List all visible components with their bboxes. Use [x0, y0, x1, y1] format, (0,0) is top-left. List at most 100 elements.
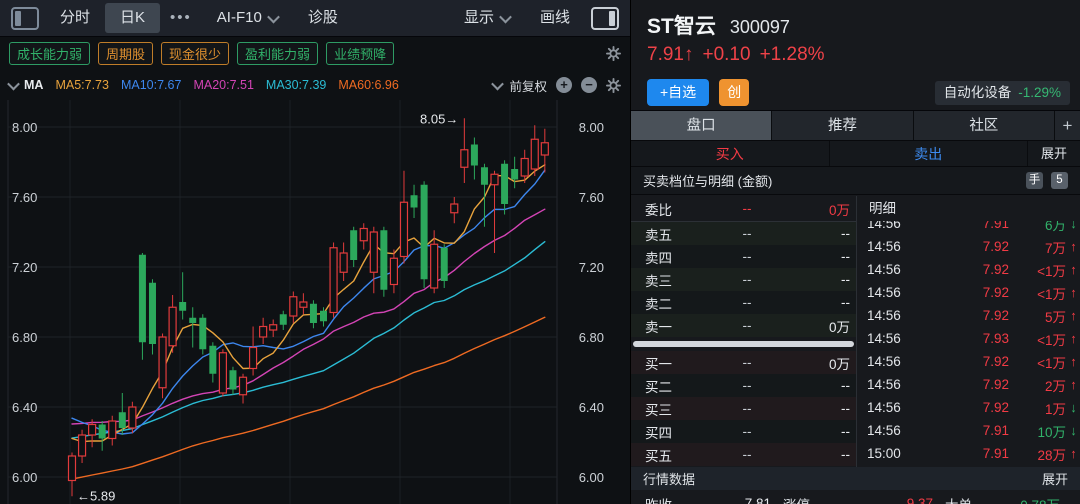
collapse-left-panel-icon[interactable]: [11, 7, 39, 30]
svg-text:7.60: 7.60: [12, 190, 37, 205]
big-order-value: 0.78万: [979, 494, 1080, 504]
tag-earnings-down[interactable]: 业绩预降: [326, 42, 394, 65]
book-row-买四[interactable]: 买四----: [631, 420, 856, 443]
tab-zhengu[interactable]: 诊股: [293, 3, 353, 33]
tag-cyclical[interactable]: 周期股: [98, 42, 153, 65]
draw-line-button[interactable]: 画线: [525, 3, 585, 33]
level-count-badge[interactable]: 5: [1051, 172, 1068, 189]
book-level-label: 买四: [631, 422, 709, 442]
market-data-label: 行情数据: [643, 469, 695, 488]
trade-direction-arrow-icon: ↓: [1066, 423, 1080, 438]
book-level-amount: --: [785, 447, 856, 462]
trade-time: 15:00: [857, 446, 929, 461]
trade-direction-arrow-icon: ↓: [1066, 400, 1080, 415]
svg-text:8.00: 8.00: [579, 120, 604, 135]
book-row-卖五[interactable]: 卖五----: [631, 222, 856, 245]
book-level-label: 卖四: [631, 247, 709, 267]
tag-profit-weak[interactable]: 盈利能力弱: [237, 42, 318, 65]
expand-market-data-button[interactable]: 展开: [1042, 469, 1068, 488]
book-row-买一[interactable]: 买一--0万: [631, 351, 856, 374]
up-arrow-icon: ↑: [684, 44, 694, 65]
expand-trade-button[interactable]: 展开: [1027, 141, 1080, 167]
book-level-label: 卖三: [631, 270, 709, 290]
book-level-price: --: [709, 424, 785, 439]
book-level-amount: 0万: [785, 353, 856, 373]
panel-tabs: 盘口 推荐 社区 +: [631, 110, 1080, 141]
book-level-label: 买三: [631, 399, 709, 419]
tab-shequ[interactable]: 社区: [914, 111, 1055, 141]
book-row-卖二[interactable]: 卖二----: [631, 291, 856, 314]
book-level-label: 卖二: [631, 293, 709, 313]
ma20-value: MA20:7.51: [193, 78, 253, 92]
add-watchlist-button[interactable]: +自选: [647, 79, 709, 106]
trade-log-row[interactable]: 14:567.92<1万↑: [857, 281, 1080, 304]
gear-icon[interactable]: [606, 46, 621, 61]
trade-direction-arrow-icon: ↑: [1066, 354, 1080, 369]
quote-panel: ST智云 300097 7.91↑ +0.10 +1.28% +自选 创 自动化…: [630, 0, 1080, 504]
book-level-price: --: [709, 378, 785, 393]
book-row-买三[interactable]: 买三----: [631, 397, 856, 420]
trade-volume: <1万: [1009, 329, 1066, 349]
trade-log-row[interactable]: 15:007.9128万↑: [857, 442, 1080, 465]
ma30-value: MA30:7.39: [266, 78, 326, 92]
trade-log-row[interactable]: 14:567.9110万↓: [857, 419, 1080, 442]
prev-close-value: 7.81: [701, 496, 771, 504]
display-menu-button[interactable]: 显示: [449, 3, 525, 33]
trade-direction-arrow-icon: ↑: [1066, 377, 1080, 392]
book-divider-bar[interactable]: [633, 341, 854, 347]
unit-hand-badge[interactable]: 手: [1026, 172, 1043, 189]
tab-tuijian[interactable]: 推荐: [772, 111, 913, 141]
candlestick-chart[interactable]: 8.008.007.607.607.207.206.806.806.406.40…: [0, 100, 630, 504]
sector-chip[interactable]: 自动化设备-1.29%: [935, 81, 1070, 105]
tag-growth-weak[interactable]: 成长能力弱: [9, 42, 90, 65]
weibi-amount: 0万: [785, 199, 856, 219]
book-row-卖四[interactable]: 卖四----: [631, 245, 856, 268]
last-price: 7.91↑: [647, 44, 693, 66]
zoom-out-icon[interactable]: −: [581, 77, 597, 93]
high-price-annotation: 8.05→: [420, 111, 458, 126]
prev-close-label: 昨收: [631, 494, 701, 504]
book-row-买二[interactable]: 买二----: [631, 374, 856, 397]
ma-collapse-toggle[interactable]: MA: [9, 78, 43, 92]
svg-text:6.80: 6.80: [579, 330, 604, 345]
trade-log-row[interactable]: 14:567.927万↑: [857, 235, 1080, 258]
ma60-value: MA60:6.96: [338, 78, 398, 92]
trade-log-row[interactable]: 14:567.92<1万↑: [857, 350, 1080, 373]
trade-volume: <1万: [1009, 260, 1066, 280]
tag-low-cash[interactable]: 现金很少: [161, 42, 229, 65]
book-level-price: --: [709, 355, 785, 370]
svg-text:6.80: 6.80: [12, 330, 37, 345]
tab-fenshi[interactable]: 分时: [45, 3, 105, 33]
adjust-mode-select[interactable]: 前复权: [493, 76, 547, 95]
book-row-卖一[interactable]: 卖一--0万: [631, 314, 856, 337]
trade-log-row[interactable]: 14:567.93<1万↑: [857, 327, 1080, 350]
trade-volume: 28万: [1009, 444, 1066, 464]
buy-button[interactable]: 买入: [631, 141, 830, 167]
book-row-买五[interactable]: 买五----: [631, 443, 856, 466]
weibi-row: 委比 -- 0万: [631, 196, 856, 222]
tab-pankou[interactable]: 盘口: [631, 111, 772, 141]
book-level-amount: --: [785, 424, 856, 439]
book-row-卖三[interactable]: 卖三----: [631, 268, 856, 291]
tab-daily-k[interactable]: 日K: [105, 3, 160, 33]
svg-text:7.20: 7.20: [12, 260, 37, 275]
stock-title-row: ST智云 300097: [647, 10, 790, 40]
expand-right-panel-icon[interactable]: [591, 7, 619, 30]
sell-button[interactable]: 卖出: [830, 141, 1028, 167]
chevron-down-icon: [7, 77, 20, 90]
trade-log-row[interactable]: 14:567.925万↑: [857, 304, 1080, 327]
zoom-in-icon[interactable]: +: [556, 77, 572, 93]
trade-action-bar: 买入 卖出 展开: [631, 140, 1080, 167]
trade-log: 明细 14:567.916万↓14:567.927万↑14:567.92<1万↑…: [856, 196, 1080, 467]
chart-section: 分时 日K ••• AI-F10 诊股 显示 画线 成长能力弱 周期股 现金很少…: [0, 0, 630, 504]
trade-direction-arrow-icon: ↑: [1066, 239, 1080, 254]
trade-log-row[interactable]: 14:567.922万↑: [857, 373, 1080, 396]
trade-log-row[interactable]: 14:567.92<1万↑: [857, 258, 1080, 281]
add-tab-button[interactable]: +: [1055, 111, 1080, 141]
more-periods-icon[interactable]: •••: [160, 3, 202, 33]
trade-log-row[interactable]: 14:567.921万↓: [857, 396, 1080, 419]
tab-ai-f10[interactable]: AI-F10: [202, 3, 293, 33]
ma-label: MA: [24, 78, 43, 92]
gear-icon[interactable]: [606, 78, 621, 93]
weibi-label: 委比: [631, 199, 709, 219]
